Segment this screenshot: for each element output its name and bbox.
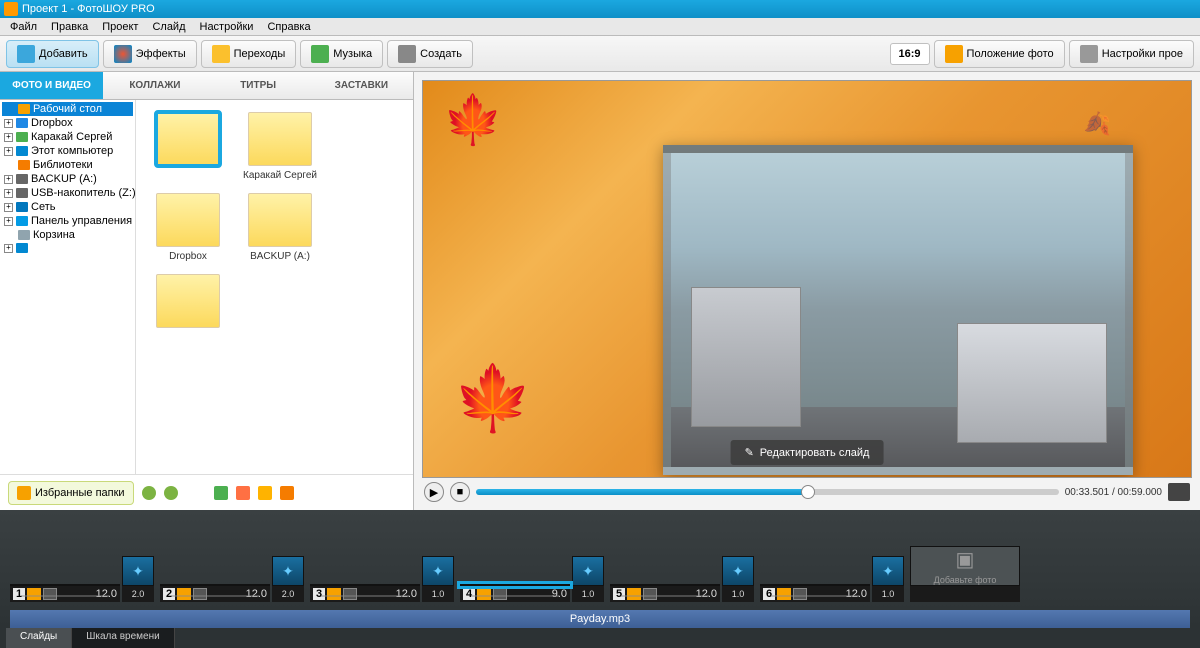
preview-panel: 🍁 🍁 🍂 ✎Редактировать слайд ▶ ■ 00:33.501… bbox=[414, 72, 1200, 510]
tree-node[interactable]: +Сеть bbox=[2, 200, 133, 214]
open-folder-icon[interactable] bbox=[258, 486, 272, 500]
folder-thumb[interactable] bbox=[148, 274, 228, 332]
transition[interactable]: ✦2.0 bbox=[122, 538, 154, 602]
playback-controls: ▶ ■ 00:33.501 / 00:59.000 bbox=[422, 478, 1192, 506]
tab-slides[interactable]: Слайды bbox=[6, 628, 72, 648]
stop-button[interactable]: ■ bbox=[450, 482, 470, 502]
leaf-decoration: 🍁 bbox=[443, 91, 503, 148]
folder-tree[interactable]: Рабочий стол+Dropbox+Каракай Сергей+Этот… bbox=[0, 100, 136, 474]
tab-collages[interactable]: КОЛЛАЖИ bbox=[103, 72, 206, 99]
transition[interactable]: ✦1.0 bbox=[422, 538, 454, 602]
gear-icon bbox=[1080, 45, 1098, 63]
tree-node[interactable]: Рабочий стол bbox=[2, 102, 133, 116]
menu-help[interactable]: Справка bbox=[261, 19, 316, 35]
titlebar: Проект 1 - ФотоШОУ PRO bbox=[0, 0, 1200, 18]
menu-settings[interactable]: Настройки bbox=[194, 19, 260, 35]
snapshot-icon[interactable] bbox=[1168, 483, 1190, 501]
forward-icon[interactable] bbox=[164, 486, 178, 500]
window-title: Проект 1 - ФотоШОУ PRO bbox=[22, 3, 155, 15]
effects-icon bbox=[114, 45, 132, 63]
tree-node[interactable]: +Dropbox bbox=[2, 116, 133, 130]
menu-file[interactable]: Файл bbox=[4, 19, 43, 35]
timeline-slide[interactable]: 612.0 bbox=[760, 584, 870, 602]
tree-node[interactable]: Корзина bbox=[2, 228, 133, 242]
music-button[interactable]: Музыка bbox=[300, 40, 383, 68]
transitions-button[interactable]: Переходы bbox=[201, 40, 297, 68]
folder-thumb[interactable] bbox=[148, 112, 228, 181]
tree-node[interactable]: Библиотеки bbox=[2, 158, 133, 172]
add-slide[interactable]: ▣Добавьте фото bbox=[910, 546, 1020, 602]
project-settings-button[interactable]: Настройки прое bbox=[1069, 40, 1194, 68]
transition[interactable]: ✦1.0 bbox=[572, 538, 604, 602]
pencil-icon: ✎ bbox=[745, 446, 754, 459]
menu-edit[interactable]: Правка bbox=[45, 19, 94, 35]
tab-titles[interactable]: ТИТРЫ bbox=[207, 72, 310, 99]
photo-position-button[interactable]: Положение фото bbox=[934, 40, 1065, 68]
tree-node[interactable]: +BACKUP (A:) bbox=[2, 172, 133, 186]
time-display: 00:33.501 / 00:59.000 bbox=[1065, 487, 1162, 498]
folder-thumb[interactable]: Dropbox bbox=[148, 193, 228, 262]
transition[interactable]: ✦1.0 bbox=[872, 538, 904, 602]
photo-frame[interactable] bbox=[663, 145, 1133, 475]
time-slider[interactable] bbox=[476, 489, 1059, 495]
left-footer: Избранные папки bbox=[0, 474, 413, 510]
audio-track[interactable]: Payday.mp3 bbox=[10, 610, 1190, 628]
home-icon[interactable] bbox=[236, 486, 250, 500]
tree-node[interactable]: +USB-накопитель (Z:) bbox=[2, 186, 133, 200]
bottom-tabs: Слайды Шкала времени bbox=[0, 628, 1200, 648]
edit-slide-button[interactable]: ✎Редактировать слайд bbox=[731, 440, 884, 465]
timeline-slide[interactable]: 49.0 bbox=[460, 584, 570, 602]
transition[interactable]: ✦1.0 bbox=[722, 538, 754, 602]
favorites-button[interactable]: Избранные папки bbox=[8, 481, 134, 505]
folder-thumb[interactable]: Каракай Сергей bbox=[240, 112, 320, 181]
menu-slide[interactable]: Слайд bbox=[146, 19, 191, 35]
folder-icon bbox=[17, 486, 31, 500]
tree-node[interactable]: +Каракай Сергей bbox=[2, 130, 133, 144]
music-icon bbox=[311, 45, 329, 63]
add-button[interactable]: Добавить bbox=[6, 40, 99, 68]
transition[interactable]: ✦2.0 bbox=[272, 538, 304, 602]
tab-timeline[interactable]: Шкала времени bbox=[72, 628, 174, 648]
down-icon[interactable] bbox=[214, 486, 228, 500]
effects-button[interactable]: Эффекты bbox=[103, 40, 197, 68]
timeline-slide[interactable]: 312.0 bbox=[310, 584, 420, 602]
folder-thumb[interactable]: BACKUP (A:) bbox=[240, 193, 320, 262]
create-button[interactable]: Создать bbox=[387, 40, 473, 68]
timeline: 112.0✦2.0212.0✦2.0312.0✦1.049.0✦1.0512.0… bbox=[0, 510, 1200, 628]
aspect-ratio[interactable]: 16:9 bbox=[890, 43, 930, 65]
timeline-slide[interactable]: 112.0 bbox=[10, 584, 120, 602]
leaf-decoration: 🍁 bbox=[453, 361, 533, 436]
preview-canvas[interactable]: 🍁 🍁 🍂 ✎Редактировать слайд bbox=[422, 80, 1192, 478]
tab-intros[interactable]: ЗАСТАВКИ bbox=[310, 72, 413, 99]
tab-photo-video[interactable]: ФОТО И ВИДЕО bbox=[0, 72, 103, 99]
left-tabs: ФОТО И ВИДЕО КОЛЛАЖИ ТИТРЫ ЗАСТАВКИ bbox=[0, 72, 413, 100]
tree-node[interactable]: +Панель управления bbox=[2, 214, 133, 228]
slider-handle[interactable] bbox=[801, 485, 815, 499]
thumbnail-grid: Каракай СергейDropboxBACKUP (A:) bbox=[136, 100, 413, 474]
menu-project[interactable]: Проект bbox=[96, 19, 144, 35]
timeline-slide[interactable]: 512.0 bbox=[610, 584, 720, 602]
back-icon[interactable] bbox=[142, 486, 156, 500]
timeline-slide[interactable]: 212.0 bbox=[160, 584, 270, 602]
tree-node[interactable]: +Этот компьютер bbox=[2, 144, 133, 158]
position-icon bbox=[945, 45, 963, 63]
create-icon bbox=[398, 45, 416, 63]
toolbar: Добавить Эффекты Переходы Музыка Создать… bbox=[0, 36, 1200, 72]
star-icon bbox=[212, 45, 230, 63]
menubar: Файл Правка Проект Слайд Настройки Справ… bbox=[0, 18, 1200, 36]
fav-folder-icon[interactable] bbox=[280, 486, 294, 500]
tree-node[interactable]: + bbox=[2, 242, 133, 254]
play-button[interactable]: ▶ bbox=[424, 482, 444, 502]
app-icon bbox=[4, 2, 18, 16]
left-panel: ФОТО И ВИДЕО КОЛЛАЖИ ТИТРЫ ЗАСТАВКИ Рабо… bbox=[0, 72, 414, 510]
leaf-decoration: 🍂 bbox=[1084, 111, 1111, 137]
camera-icon bbox=[17, 45, 35, 63]
